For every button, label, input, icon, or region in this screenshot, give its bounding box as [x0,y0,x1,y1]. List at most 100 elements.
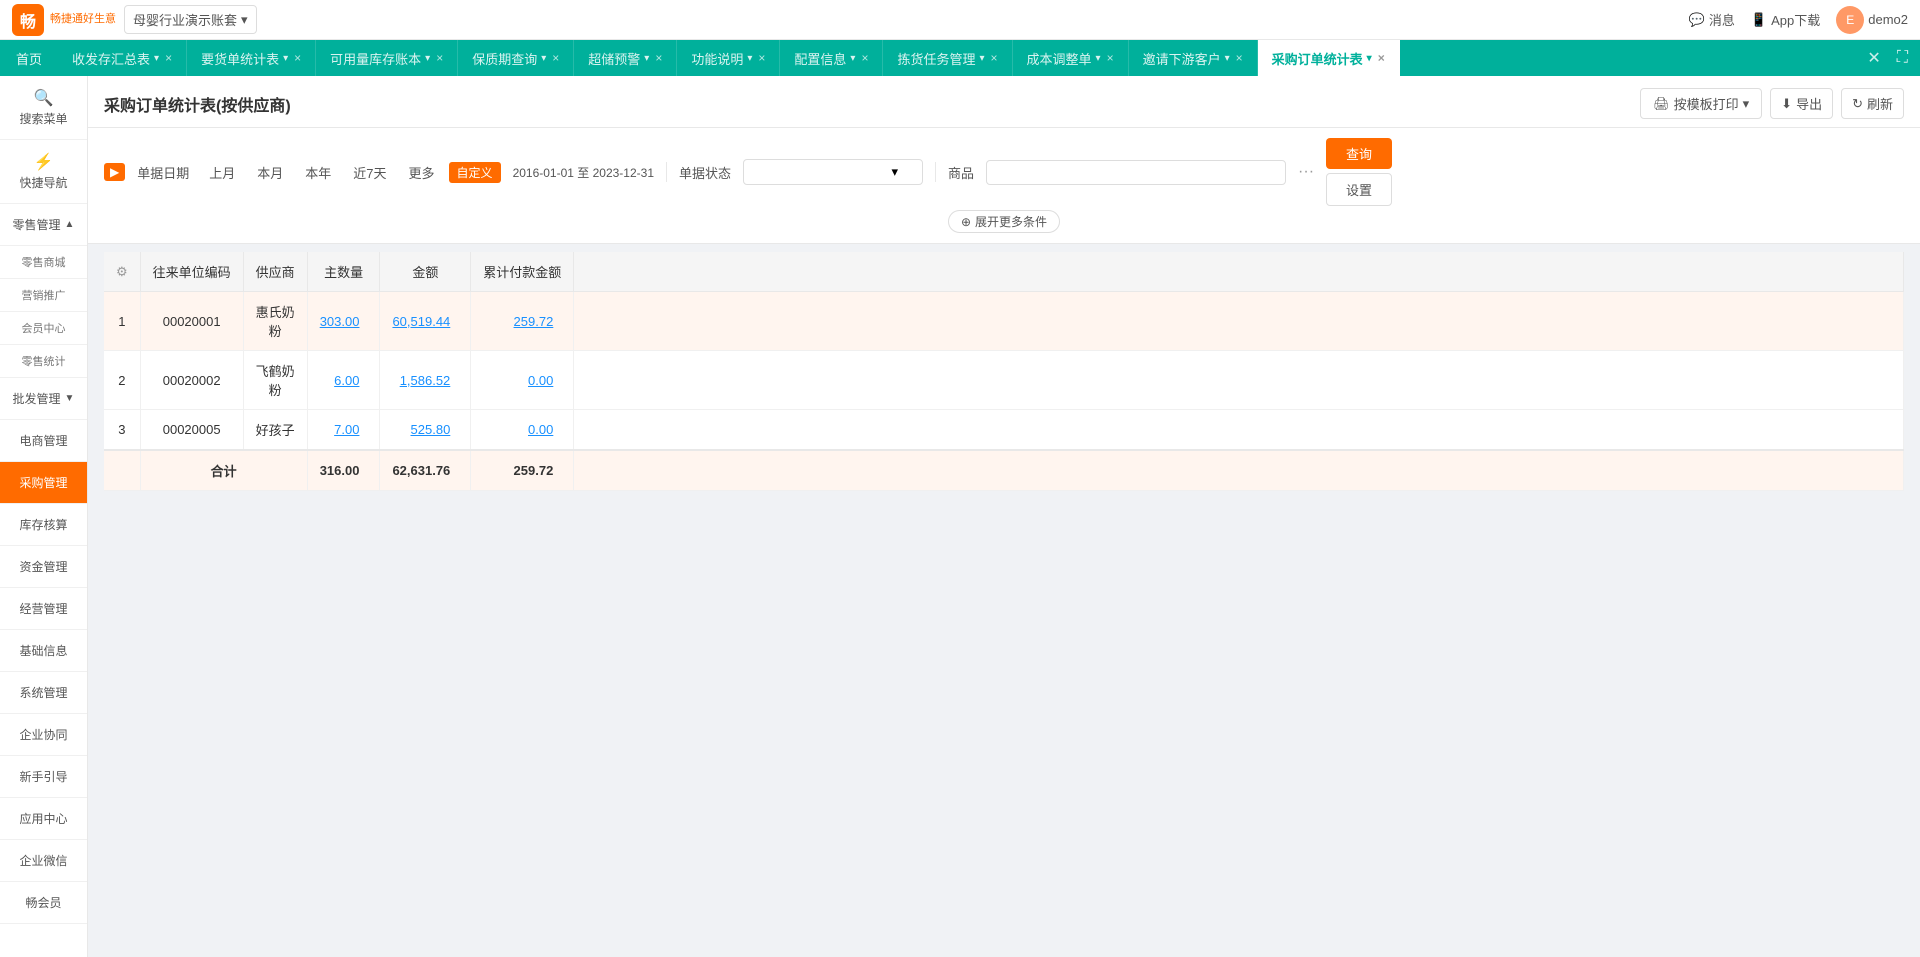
close-icon-6[interactable]: × [861,51,868,65]
nav-tab-label-6: 配置信息 [794,49,846,68]
shortcut-7days[interactable]: 近7天 [345,161,394,184]
nav-tab-label-5: 功能说明 [691,49,743,68]
content-area: 采购订单统计表(按供应商) 🖨 按模板打印 ▾ ⬇ 导出 ↻ 刷新 [88,76,1920,957]
query-button[interactable]: 查询 [1326,138,1392,169]
nav-expand-btn[interactable]: ⛶ [1893,49,1912,67]
sidebar-item-retail-shop[interactable]: 零售商城 [0,246,87,279]
expand-more-btn[interactable]: ⊕ 展开更多条件 [948,210,1060,233]
nav-tab-5[interactable]: 功能说明 ▾ × [677,40,780,76]
td-qty-2[interactable]: 6.00 [307,351,380,410]
sidebar-item-basic-info[interactable]: 基础信息 [0,630,87,672]
status-select[interactable]: ▾ [743,159,923,185]
filter-row-1: ▶ 单据日期 上月 本月 本年 近7天 更多 自定义 2016-01-01 至 … [104,138,1904,206]
search-icon: 🔍 [4,88,83,108]
print-button[interactable]: 🖨 按模板打印 ▾ [1640,88,1762,119]
shortcut-this-year[interactable]: 本年 [297,161,339,184]
sidebar-item-appstore[interactable]: 应用中心 [0,798,87,840]
nav-tab-7[interactable]: 拣货任务管理 ▾ × [883,40,1012,76]
nav-tab-1[interactable]: 要货单统计表 ▾ × [187,40,316,76]
td-amount-3[interactable]: 525.80 [380,410,471,451]
refresh-label: 刷新 [1867,94,1893,113]
filter-expand-toggle[interactable]: ▶ [104,163,125,181]
nav-tab-10[interactable]: 采购订单统计表 ▾ × [1258,40,1400,76]
close-icon-4[interactable]: × [655,51,662,65]
close-icon-7[interactable]: × [991,51,998,65]
sidebar-item-finance[interactable]: 资金管理 [0,546,87,588]
nav-tab-4[interactable]: 超储预警 ▾ × [574,40,677,76]
app-download-btn[interactable]: 📱 App下载 [1751,10,1820,29]
close-icon-9[interactable]: × [1236,51,1243,65]
close-icon-2[interactable]: × [436,51,443,65]
message-btn[interactable]: 💬 消息 [1689,10,1735,29]
table-header-row: ⚙ 往来单位编码 供应商 主数量 金额 累计付款金额 [104,252,1904,292]
app-logo: 畅 [12,4,44,36]
sidebar-item-collab[interactable]: 企业协同 [0,714,87,756]
td-paid-2[interactable]: 0.00 [471,351,574,410]
close-icon-3[interactable]: × [552,51,559,65]
nav-tab-9[interactable]: 邀请下游客户 ▾ × [1129,40,1258,76]
username-label: demo2 [1868,12,1908,27]
sidebar-label-purchase: 采购管理 [4,474,83,491]
shortcut-last-month[interactable]: 上月 [201,161,243,184]
nav-tab-arrow-9: ▾ [1225,53,1230,64]
sidebar-item-inventory[interactable]: 库存核算 [0,504,87,546]
goods-more-icon[interactable]: ··· [1298,163,1314,181]
shortcut-this-month[interactable]: 本月 [249,161,291,184]
nav-tab-0[interactable]: 收发存汇总表 ▾ × [58,40,187,76]
refresh-button[interactable]: ↻ 刷新 [1841,88,1904,119]
td-amount-2[interactable]: 1,586.52 [380,351,471,410]
th-amount: 金额 [380,252,471,292]
sidebar-item-operations[interactable]: 经营管理 [0,588,87,630]
sidebar-item-retail-stats[interactable]: 零售统计 [0,345,87,378]
td-qty-3[interactable]: 7.00 [307,410,380,451]
sidebar-item-wholesale[interactable]: 批发管理 ▼ [0,378,87,420]
sidebar-item-search[interactable]: 🔍 搜索菜单 [0,76,87,140]
td-amount-1[interactable]: 60,519.44 [380,292,471,351]
goods-input[interactable] [986,160,1286,185]
nav-tab-2[interactable]: 可用量库存账本 ▾ × [316,40,458,76]
nav-close-btn[interactable]: ✕ [1863,48,1884,68]
td-paid-1[interactable]: 259.72 [471,292,574,351]
close-icon-5[interactable]: × [758,51,765,65]
avatar: E [1836,6,1864,34]
nav-tab-arrow-1: ▾ [283,53,288,64]
sidebar-item-purchase[interactable]: 采购管理 [0,462,87,504]
close-icon-1[interactable]: × [294,51,301,65]
nav-tab-6[interactable]: 配置信息 ▾ × [780,40,883,76]
close-icon-10[interactable]: × [1378,51,1385,65]
sidebar-item-system[interactable]: 系统管理 [0,672,87,714]
sidebar-item-ecommerce[interactable]: 电商管理 [0,420,87,462]
user-profile[interactable]: E demo2 [1836,6,1908,34]
sidebar-label-operations: 经营管理 [4,600,83,617]
sidebar-item-retail-mgmt[interactable]: 零售管理 ▲ [0,204,87,246]
footer-paid: 259.72 [471,450,574,491]
settings-button[interactable]: 设置 [1326,173,1392,206]
nav-tab-3[interactable]: 保质期查询 ▾ × [458,40,574,76]
message-label: 消息 [1709,10,1735,29]
shortcut-more[interactable]: 更多 [401,161,443,184]
sidebar-item-wechat[interactable]: 企业微信 [0,840,87,882]
close-icon-0[interactable]: × [165,51,172,65]
sidebar-item-quicknav[interactable]: ⚡ 快捷导航 [0,140,87,204]
print-icon: 🖨 [1653,96,1670,112]
nav-tab-label-4: 超储预警 [588,49,640,68]
table-settings-icon[interactable]: ⚙ [116,264,128,279]
status-select-icon: ▾ [891,164,898,180]
export-label: 导出 [1796,94,1822,113]
sidebar-item-vip[interactable]: 畅会员 [0,882,87,924]
workspace-selector[interactable]: 母婴行业演示账套 ▾ [124,5,257,34]
nav-tab-home[interactable]: 首页 [0,40,58,76]
sidebar-item-member[interactable]: 会员中心 [0,312,87,345]
export-button[interactable]: ⬇ 导出 [1770,88,1833,119]
shortcut-custom[interactable]: 自定义 [449,162,501,183]
sidebar-item-marketing[interactable]: 营销推广 [0,279,87,312]
nav-tab-arrow-4: ▾ [644,53,649,64]
td-no-1: 1 [104,292,140,351]
td-no-3: 3 [104,410,140,451]
nav-tab-8[interactable]: 成本调整单 ▾ × [1013,40,1129,76]
sidebar-item-tutorial[interactable]: 新手引导 [0,756,87,798]
td-paid-3[interactable]: 0.00 [471,410,574,451]
table-footer-row: 合计 316.00 62,631.76 259.72 [104,450,1904,491]
td-qty-1[interactable]: 303.00 [307,292,380,351]
close-icon-8[interactable]: × [1107,51,1114,65]
